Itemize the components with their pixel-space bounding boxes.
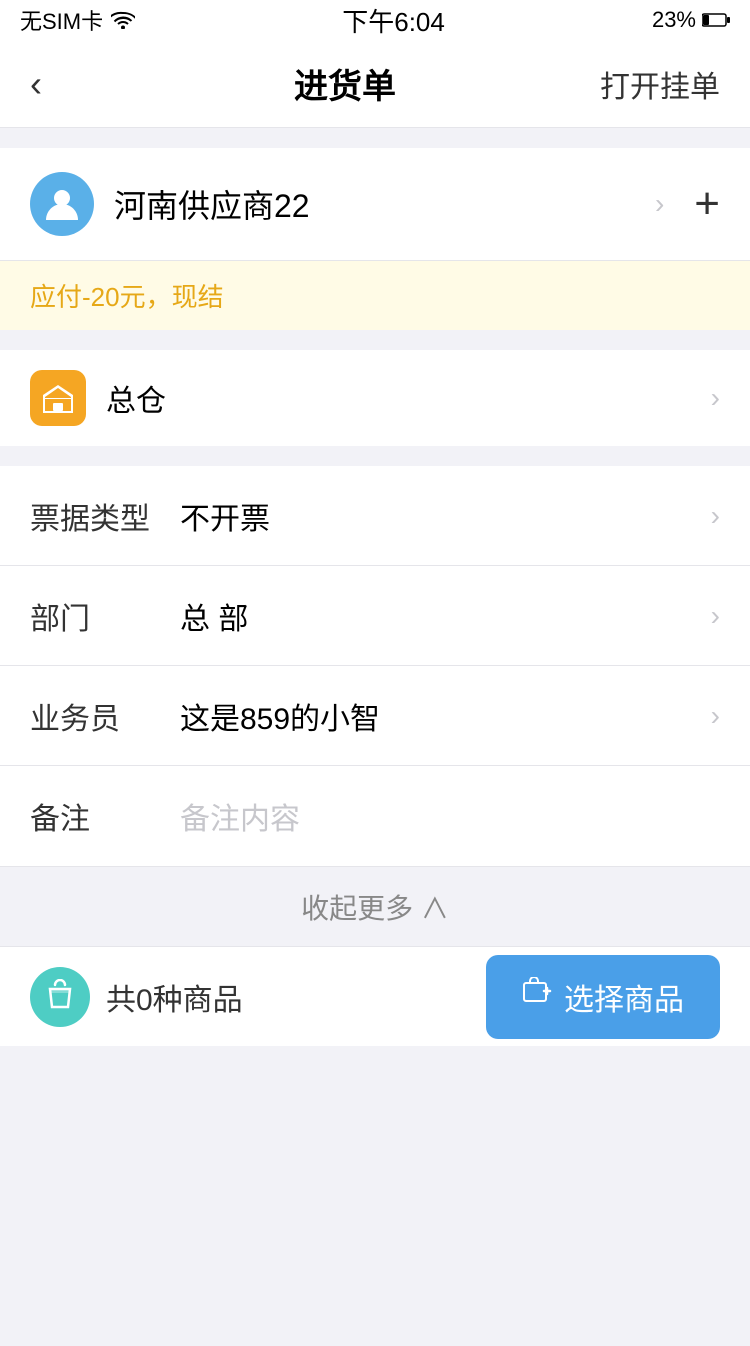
- warehouse-chevron-icon: ›: [711, 382, 720, 414]
- status-left: 无SIM卡: [20, 4, 135, 36]
- invoice-chevron-icon: ›: [711, 500, 720, 532]
- supplier-avatar: [30, 172, 94, 236]
- department-label: 部门: [30, 594, 170, 638]
- salesman-row[interactable]: 业务员 这是859的小智 ›: [0, 666, 750, 766]
- warehouse-row[interactable]: 总仓 ›: [0, 350, 750, 446]
- status-right: 23%: [652, 7, 730, 33]
- divider-2: [0, 330, 750, 350]
- supplier-chevron-icon: ›: [655, 188, 664, 220]
- battery-icon: [702, 12, 730, 28]
- page-title: 进货单: [294, 59, 396, 108]
- product-icon-bg: [30, 967, 90, 1027]
- add-supplier-button[interactable]: +: [694, 182, 720, 226]
- salesman-value: 这是859的小智: [170, 694, 711, 738]
- collapse-bar[interactable]: 收起更多 ∧: [0, 866, 750, 946]
- battery-text: 23%: [652, 7, 696, 33]
- warehouse-icon-bg: [30, 370, 86, 426]
- divider-1: [0, 128, 750, 148]
- salesman-label: 业务员: [30, 694, 170, 738]
- department-value: 总 部: [170, 594, 711, 638]
- remark-input[interactable]: 备注内容: [170, 794, 720, 838]
- warehouse-card: 总仓 ›: [0, 350, 750, 446]
- status-time: 下午6:04: [342, 2, 445, 39]
- divider-3: [0, 446, 750, 466]
- supplier-row[interactable]: 河南供应商22 › +: [0, 148, 750, 261]
- supplier-name: 河南供应商22: [114, 181, 655, 227]
- department-row[interactable]: 部门 总 部 ›: [0, 566, 750, 666]
- notice-bar: 应付-20元，现结: [0, 261, 750, 330]
- form-section: 票据类型 不开票 › 部门 总 部 › 业务员 这是859的小智 › 备注 备注…: [0, 466, 750, 866]
- carrier-text: 无SIM卡: [20, 4, 103, 36]
- cart-add-icon: [522, 977, 554, 1017]
- notice-text: 应付-20元，现结: [30, 282, 224, 312]
- back-button[interactable]: ‹: [30, 63, 90, 105]
- warehouse-icon: [41, 381, 75, 415]
- remark-row[interactable]: 备注 备注内容: [0, 766, 750, 866]
- department-chevron-icon: ›: [711, 600, 720, 632]
- shopping-bag-icon: [42, 979, 78, 1015]
- wifi-icon: [111, 11, 135, 29]
- select-product-label: 选择商品: [564, 975, 684, 1019]
- invoice-type-label: 票据类型: [30, 494, 170, 538]
- nav-bar: ‹ 进货单 打开挂单: [0, 40, 750, 128]
- supplier-card: 河南供应商22 › + 应付-20元，现结: [0, 148, 750, 330]
- content-below: [0, 1046, 750, 1346]
- invoice-type-row[interactable]: 票据类型 不开票 ›: [0, 466, 750, 566]
- collapse-label: 收起更多 ∧: [301, 887, 449, 927]
- salesman-chevron-icon: ›: [711, 700, 720, 732]
- select-product-button[interactable]: 选择商品: [486, 955, 720, 1039]
- person-icon: [42, 184, 82, 224]
- invoice-type-value: 不开票: [170, 494, 711, 538]
- product-count-text: 共0种商品: [106, 975, 486, 1019]
- bottom-bar: 共0种商品 选择商品: [0, 946, 750, 1046]
- warehouse-name: 总仓: [106, 376, 711, 420]
- open-pending-button[interactable]: 打开挂单: [600, 62, 720, 106]
- status-bar: 无SIM卡 下午6:04 23%: [0, 0, 750, 40]
- remark-label: 备注: [30, 794, 170, 838]
